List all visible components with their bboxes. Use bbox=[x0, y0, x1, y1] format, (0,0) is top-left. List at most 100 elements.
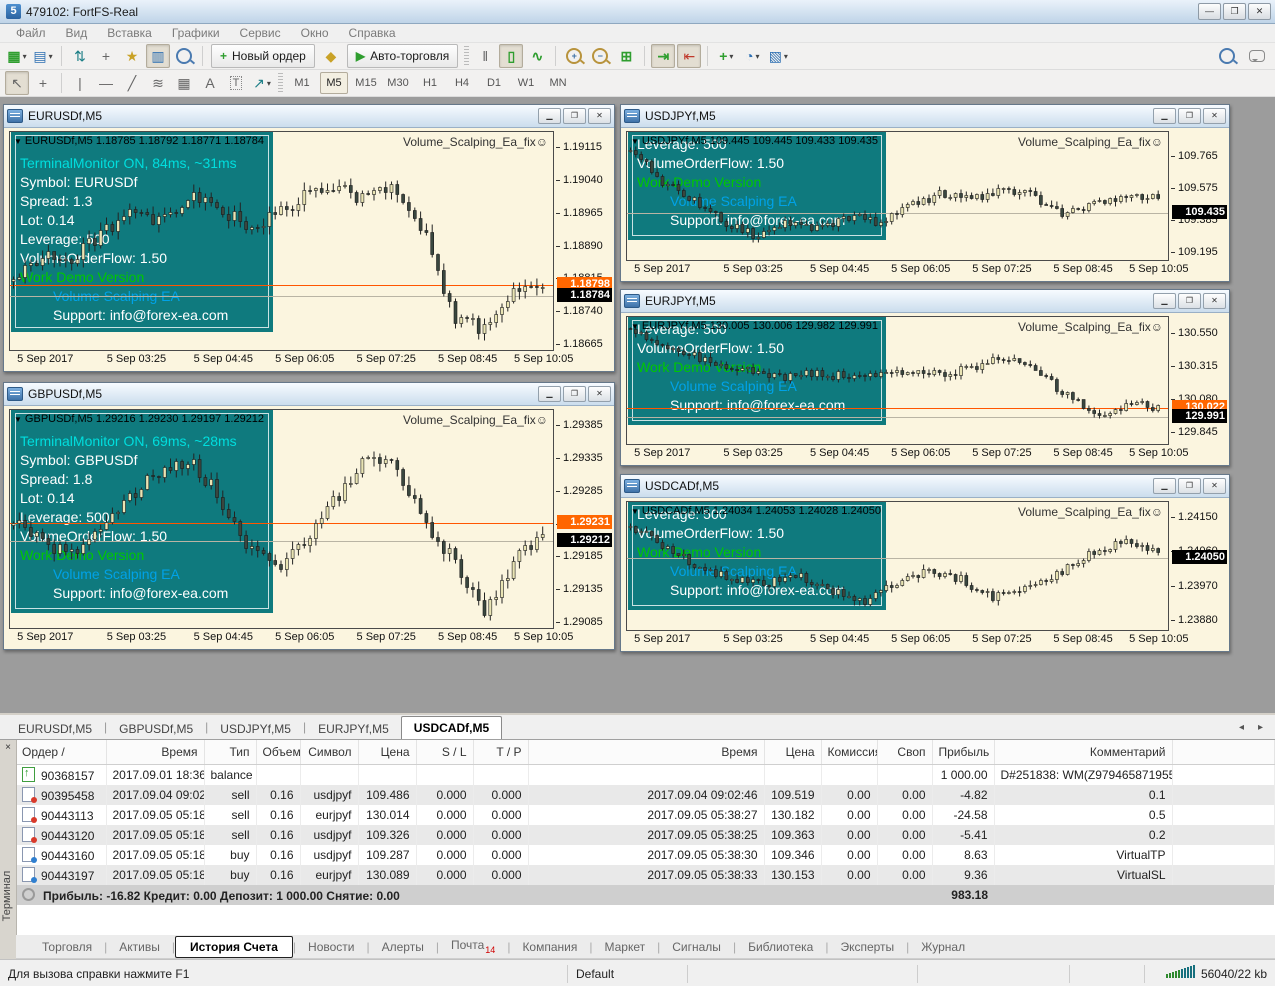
history-row-90443197[interactable]: 904431972017.09.05 05:18:24buy0.16eurjpy… bbox=[16, 865, 1275, 885]
menu-item-Сервис[interactable]: Сервис bbox=[230, 24, 291, 42]
terminal-tab-Эксперты[interactable]: Эксперты bbox=[828, 937, 906, 957]
column-header-Своп[interactable]: Своп bbox=[877, 740, 933, 765]
time-axis[interactable]: 5 Sep 2017 5 Sep 03:25 5 Sep 04:45 5 Sep 06… bbox=[626, 632, 1188, 647]
auto-scroll-button[interactable]: ⇥ bbox=[651, 44, 676, 68]
chart-restore-button[interactable]: ❐ bbox=[1178, 478, 1201, 494]
chart-close-button[interactable]: ✕ bbox=[588, 108, 611, 124]
arrows-tool-button[interactable]: ↗ ▾ bbox=[250, 71, 274, 95]
timeframe-M15[interactable]: M15 bbox=[352, 72, 380, 94]
restore-button[interactable]: ❐ bbox=[1223, 3, 1246, 20]
column-header-Цена[interactable]: Цена bbox=[358, 740, 417, 765]
terminal-button[interactable]: ▥ bbox=[146, 44, 170, 68]
chart-plot[interactable]: TerminalMonitor ON, 84ms, ~31ms Symbol: E… bbox=[9, 131, 554, 351]
terminal-tab-Активы[interactable]: Активы bbox=[107, 937, 172, 957]
market-watch-button[interactable]: ⇅ bbox=[68, 44, 92, 68]
terminal-tab-Почта[interactable]: Почта14 bbox=[439, 935, 507, 957]
terminal-tab-Торговля[interactable]: Торговля bbox=[30, 937, 104, 957]
timeframe-D1[interactable]: D1 bbox=[480, 72, 508, 94]
auto-trading-button[interactable]: ▶ Авто-торговля bbox=[346, 44, 459, 68]
data-window-button[interactable]: + bbox=[94, 44, 118, 68]
text-tool-button[interactable]: A bbox=[198, 71, 222, 95]
timeframe-H1[interactable]: H1 bbox=[416, 72, 444, 94]
column-header-Время[interactable]: Время bbox=[528, 740, 765, 765]
close-button[interactable]: ✕ bbox=[1248, 3, 1271, 20]
zoom-out-button[interactable]: − bbox=[588, 44, 612, 68]
history-row-90443120[interactable]: 904431202017.09.05 05:18:21sell0.16usdjp… bbox=[16, 825, 1275, 845]
price-scale[interactable]: 109.765 109.575 109.385 109.195 109.435 bbox=[1171, 131, 1229, 259]
column-header-Символ[interactable]: Символ bbox=[300, 740, 359, 765]
chart-tab-EURJPYf,M5[interactable]: EURJPYf,M5 bbox=[306, 719, 401, 739]
terminal-close-icon[interactable]: × bbox=[2, 742, 14, 754]
price-scale[interactable]: 1.293851.293351.292851.292351.291851.291… bbox=[556, 409, 614, 628]
cursor-tool-button[interactable]: ↖ bbox=[5, 71, 29, 95]
terminal-tab-История Счета[interactable]: История Счета bbox=[174, 935, 293, 958]
navigator-button[interactable]: ★ bbox=[120, 44, 144, 68]
price-scale[interactable]: 1.241501.240601.239701.238801.24050 bbox=[1171, 501, 1229, 629]
candlestick-button[interactable]: ▯ bbox=[499, 44, 524, 68]
column-header-Комментарий[interactable]: Комментарий bbox=[994, 740, 1173, 765]
terminal-tab-Журнал[interactable]: Журнал bbox=[909, 937, 977, 957]
terminal-tab-Компания[interactable]: Компания bbox=[510, 937, 589, 957]
new-chart-button[interactable]: ▦ ▾ bbox=[5, 44, 29, 68]
timeframe-M1[interactable]: M1 bbox=[288, 72, 316, 94]
time-axis[interactable]: 5 Sep 2017 5 Sep 03:25 5 Sep 04:45 5 Sep 06… bbox=[626, 446, 1188, 461]
strategy-tester-button[interactable] bbox=[172, 44, 196, 68]
vline-tool-button[interactable]: | bbox=[68, 71, 92, 95]
chart-titlebar[interactable]: GBPUSDf,M5 ▁ ❐ ✕ bbox=[4, 383, 614, 406]
column-header-Тип[interactable]: Тип bbox=[204, 740, 257, 765]
chart-titlebar[interactable]: EURJPYf,M5 ▁ ❐ ✕ bbox=[621, 290, 1229, 313]
chart-restore-button[interactable]: ❐ bbox=[563, 386, 586, 402]
price-scale[interactable]: 1.191151.190401.189651.188901.188151.187… bbox=[556, 131, 614, 350]
column-header-T / P[interactable]: T / P bbox=[473, 740, 529, 765]
line-chart-button[interactable]: ∿ bbox=[525, 44, 549, 68]
terminal-tab-Сигналы[interactable]: Сигналы bbox=[660, 937, 733, 957]
history-row-90368157[interactable]: 903681572017.09.01 18:36:29balance1 000.… bbox=[16, 764, 1275, 785]
crosshair-tool-button[interactable]: + bbox=[31, 71, 55, 95]
bar-chart-button[interactable]: ‖ bbox=[473, 44, 497, 68]
chart-close-button[interactable]: ✕ bbox=[1203, 293, 1226, 309]
terminal-tab-Новости[interactable]: Новости bbox=[296, 937, 366, 957]
zoom-in-button[interactable]: + bbox=[562, 44, 586, 68]
time-axis[interactable]: 5 Sep 2017 5 Sep 03:25 5 Sep 04:45 5 Sep 06… bbox=[9, 352, 573, 367]
chart-restore-button[interactable]: ❐ bbox=[1178, 293, 1201, 309]
column-header-Комиссия[interactable]: Комиссия bbox=[821, 740, 878, 765]
history-row-90395458[interactable]: 903954582017.09.04 09:02:45sell0.16usdjp… bbox=[16, 785, 1275, 805]
time-axis[interactable]: 5 Sep 2017 5 Sep 03:25 5 Sep 04:45 5 Sep 06… bbox=[9, 630, 573, 645]
status-profile[interactable]: Default bbox=[568, 964, 688, 983]
column-header-Цена[interactable]: Цена bbox=[764, 740, 822, 765]
menu-item-Вид[interactable]: Вид bbox=[56, 24, 98, 42]
timeframe-H4[interactable]: H4 bbox=[448, 72, 476, 94]
tab-scroll-right-icon[interactable]: ▸ bbox=[1258, 722, 1263, 733]
timeframe-W1[interactable]: W1 bbox=[512, 72, 540, 94]
templates-button[interactable]: ▧ ▾ bbox=[766, 44, 790, 68]
eraser-button[interactable]: ◆ bbox=[319, 44, 343, 68]
terminal-tab-Библиотека[interactable]: Библиотека bbox=[736, 937, 825, 957]
history-row-90443160[interactable]: 904431602017.09.05 05:18:22buy0.16usdjpy… bbox=[16, 845, 1275, 865]
profiles-button[interactable]: ▤ ▾ bbox=[31, 44, 55, 68]
timeframe-MN[interactable]: MN bbox=[544, 72, 572, 94]
grid-tool-button[interactable]: ▦ bbox=[172, 71, 196, 95]
chat-icon[interactable] bbox=[1249, 50, 1265, 62]
fibonacci-tool-button[interactable]: ≋ bbox=[146, 71, 170, 95]
chart-restore-button[interactable]: ❐ bbox=[563, 108, 586, 124]
indicators-button[interactable]: + ▾ bbox=[714, 44, 738, 68]
column-header-Прибыль[interactable]: Прибыль bbox=[932, 740, 995, 765]
menu-item-Файл[interactable]: Файл bbox=[6, 24, 56, 42]
timeframe-M30[interactable]: M30 bbox=[384, 72, 412, 94]
hline-tool-button[interactable]: — bbox=[94, 71, 118, 95]
chart-titlebar[interactable]: EURUSDf,M5 ▁ ❐ ✕ bbox=[4, 105, 614, 128]
chart-minimize-button[interactable]: ▁ bbox=[1153, 293, 1176, 309]
chart-minimize-button[interactable]: ▁ bbox=[1153, 108, 1176, 124]
chart-tab-USDCADf,M5[interactable]: USDCADf,M5 bbox=[400, 716, 503, 739]
chart-close-button[interactable]: ✕ bbox=[1203, 108, 1226, 124]
search-icon[interactable] bbox=[1219, 48, 1235, 64]
new-order-button[interactable]: + Новый ордер bbox=[211, 44, 315, 68]
column-header-S / L[interactable]: S / L bbox=[416, 740, 474, 765]
label-tool-button[interactable]: T bbox=[224, 71, 248, 95]
chart-tab-EURUSDf,M5[interactable]: EURUSDf,M5 bbox=[6, 719, 104, 739]
timeframe-M5[interactable]: M5 bbox=[320, 72, 348, 94]
price-scale[interactable]: 130.550 130.315 130.080 129.845 130.022 129.9… bbox=[1171, 316, 1229, 443]
menu-item-Окно[interactable]: Окно bbox=[291, 24, 339, 42]
tile-windows-button[interactable]: ⊞ bbox=[614, 44, 638, 68]
chart-plot[interactable]: Leverage: 500 VolumeOrderFlow: 1.50 Work D… bbox=[626, 316, 1169, 445]
